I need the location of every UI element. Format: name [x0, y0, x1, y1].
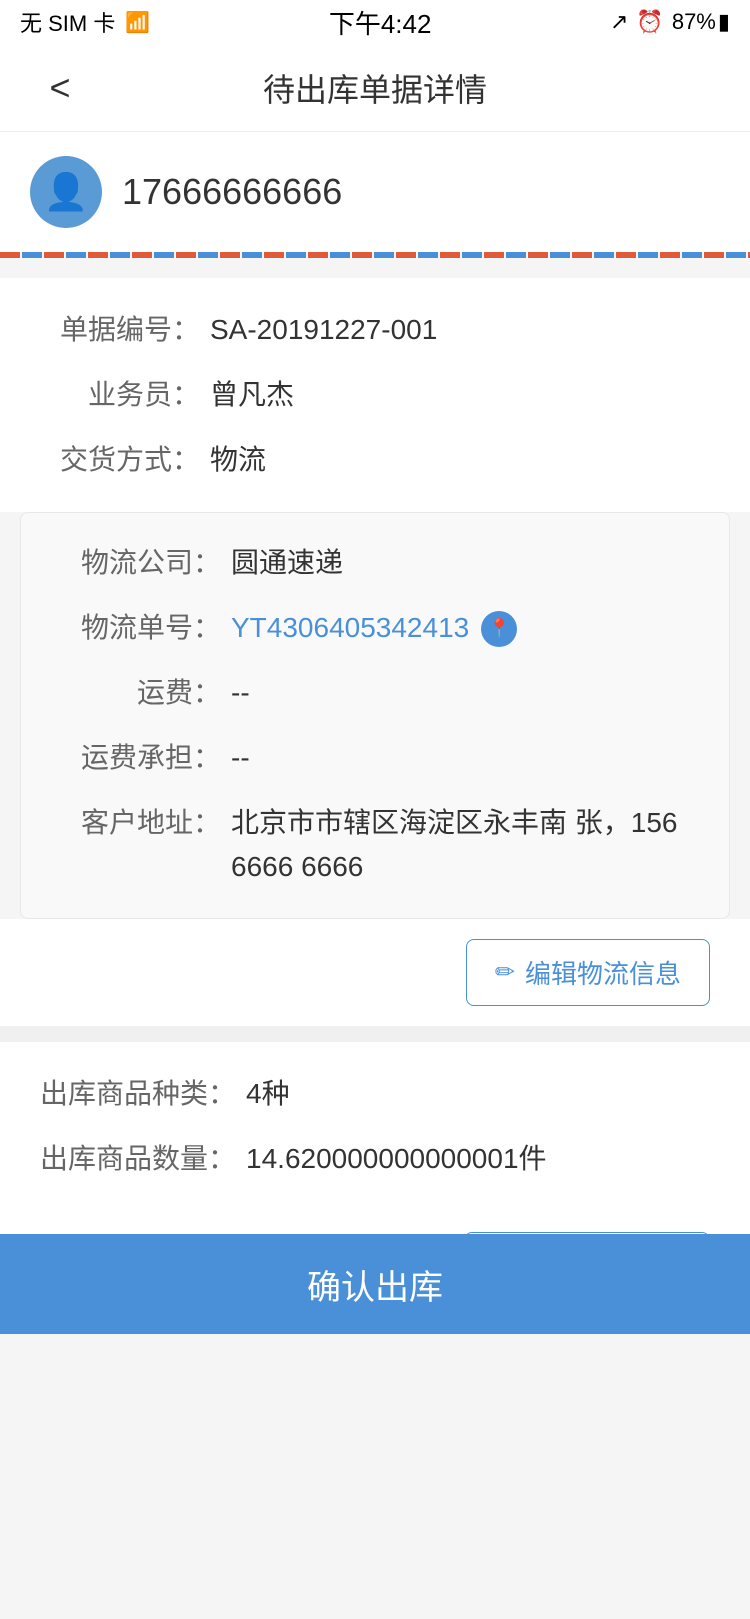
order-no-label: 单据编号：: [40, 308, 200, 353]
salesman-label: 业务员：: [40, 373, 200, 418]
address-value: 北京市市辖区海淀区永丰南 张，156 6666 6666: [231, 801, 689, 891]
alarm-icon: ⏰: [636, 9, 663, 35]
goods-quantity-value: 14.620000000000001件: [246, 1137, 710, 1182]
bottom-filler: [0, 1319, 750, 1519]
status-time: 下午4:42: [329, 4, 432, 41]
freight-value: --: [231, 671, 689, 716]
delivery-method-value: 物流: [210, 438, 710, 483]
address-row: 客户地址： 北京市市辖区海淀区永丰南 张，156 6666 6666: [61, 801, 689, 891]
order-info-section: 单据编号： SA-20191227-001 业务员： 曾凡杰 交货方式： 物流: [0, 278, 750, 512]
delivery-method-row: 交货方式： 物流: [40, 438, 710, 483]
edit-logistics-area: ✏ 编辑物流信息: [0, 919, 750, 1026]
status-left: 无 SIM 卡 📶: [20, 6, 150, 38]
freight-row: 运费： --: [61, 671, 689, 716]
confirm-button[interactable]: 确认出库: [0, 1234, 750, 1334]
logistics-card: 物流公司： 圆通速递 物流单号： YT43064053424​13 📍 运费： …: [20, 512, 730, 919]
location-status-icon: ↗: [610, 9, 628, 35]
goods-quantity-row: 出库商品数量： 14.620000000000001件: [40, 1137, 710, 1182]
freight-bear-label: 运费承担：: [61, 736, 221, 781]
section-separator: [0, 1026, 750, 1042]
tracking-label: 物流单号：: [61, 606, 221, 651]
goods-types-value: 4种: [246, 1072, 710, 1117]
back-button[interactable]: <: [30, 67, 90, 109]
salesman-value: 曾凡杰: [210, 373, 710, 418]
location-icon[interactable]: 📍: [481, 611, 517, 647]
battery-indicator: 87% ▮: [672, 9, 730, 35]
tracking-value: YT43064053424​13 📍: [231, 606, 689, 651]
goods-section: 出库商品种类： 4种 出库商品数量： 14.620000000000001件: [0, 1042, 750, 1212]
status-right: ↗ ⏰ 87% ▮: [610, 9, 730, 35]
delivery-method-label: 交货方式：: [40, 438, 200, 483]
avatar: 👤: [30, 156, 102, 228]
battery-icon: ▮: [718, 9, 730, 35]
confirm-button-label: 确认出库: [307, 1260, 443, 1309]
order-no-value: SA-20191227-001: [210, 308, 710, 353]
tracking-no-text: YT43064053424​13: [231, 606, 469, 651]
avatar-icon: 👤: [44, 171, 89, 213]
freight-bear-value: --: [231, 736, 689, 781]
edit-logistics-button[interactable]: ✏ 编辑物流信息: [466, 939, 710, 1006]
nav-bar: < 待出库单据详情: [0, 44, 750, 132]
page-title: 待出库单据详情: [263, 65, 487, 111]
tracking-row: 物流单号： YT43064053424​13 📍: [61, 606, 689, 651]
logistics-company-row: 物流公司： 圆通速递: [61, 541, 689, 586]
logistics-company-value: 圆通速递: [231, 541, 689, 586]
goods-quantity-label: 出库商品数量：: [40, 1137, 236, 1182]
goods-types-label: 出库商品种类：: [40, 1072, 236, 1117]
back-icon: <: [49, 67, 70, 109]
freight-bear-row: 运费承担： --: [61, 736, 689, 781]
salesman-row: 业务员： 曾凡杰: [40, 373, 710, 418]
user-header: 👤 17666666666: [0, 132, 750, 252]
logistics-company-label: 物流公司：: [61, 541, 221, 586]
address-label: 客户地址：: [61, 801, 221, 846]
carrier-label: 无 SIM 卡: [20, 6, 115, 38]
wifi-icon: 📶: [125, 10, 150, 35]
edit-icon: ✏: [495, 958, 515, 987]
battery-percent: 87%: [672, 9, 716, 35]
freight-label: 运费：: [61, 671, 221, 716]
edit-logistics-label: 编辑物流信息: [525, 954, 681, 991]
user-phone: 17666666666: [122, 171, 342, 213]
status-bar: 无 SIM 卡 📶 下午4:42 ↗ ⏰ 87% ▮: [0, 0, 750, 44]
order-no-row: 单据编号： SA-20191227-001: [40, 308, 710, 353]
goods-types-row: 出库商品种类： 4种: [40, 1072, 710, 1117]
dashed-divider: [0, 252, 750, 258]
